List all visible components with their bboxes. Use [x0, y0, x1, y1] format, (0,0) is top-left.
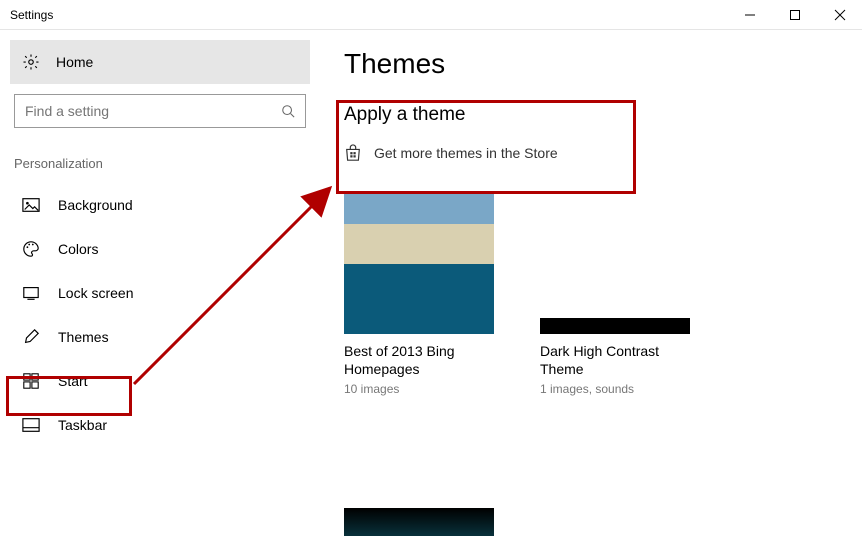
- themes-grid: Best of 2013 Bing Homepages 10 images Da…: [344, 194, 838, 396]
- home-button[interactable]: Home: [10, 40, 310, 84]
- theme-thumbnail: [344, 194, 494, 334]
- sidebar-item-label: Themes: [58, 329, 109, 345]
- maximize-button[interactable]: [772, 0, 817, 30]
- taskbar-icon: [22, 416, 40, 434]
- title-bar: Settings: [0, 0, 862, 30]
- sidebar-item-start[interactable]: Start: [14, 359, 306, 403]
- apply-theme-heading: Apply a theme: [344, 104, 838, 126]
- theme-thumbnail-partial: [344, 508, 494, 536]
- nav-list: Background Colors Lock screen Themes Sta…: [14, 183, 306, 447]
- sidebar-item-label: Background: [58, 197, 133, 213]
- search-box[interactable]: [14, 94, 306, 128]
- maximize-icon: [789, 9, 801, 21]
- theme-thumbnail: [540, 194, 690, 334]
- gear-icon: [22, 53, 40, 71]
- search-input[interactable]: [25, 103, 281, 119]
- home-label: Home: [56, 54, 93, 70]
- picture-icon: [22, 196, 40, 214]
- palette-icon: [22, 240, 40, 258]
- close-button[interactable]: [817, 0, 862, 30]
- close-icon: [834, 9, 846, 21]
- sidebar-item-background[interactable]: Background: [14, 183, 306, 227]
- store-link[interactable]: Get more themes in the Store: [344, 144, 838, 162]
- theme-subtitle: 10 images: [344, 382, 504, 396]
- section-header: Personalization: [14, 156, 306, 171]
- theme-tile[interactable]: Dark High Contrast Theme 1 images, sound…: [540, 194, 700, 396]
- page-title: Themes: [344, 48, 838, 80]
- theme-title: Best of 2013 Bing Homepages: [344, 342, 504, 378]
- lock-screen-icon: [22, 284, 40, 302]
- search-icon: [281, 104, 295, 118]
- sidebar-item-taskbar[interactable]: Taskbar: [14, 403, 306, 447]
- sidebar-item-lock-screen[interactable]: Lock screen: [14, 271, 306, 315]
- sidebar-item-label: Taskbar: [58, 417, 107, 433]
- window-title: Settings: [10, 8, 53, 22]
- window-controls: [727, 0, 862, 30]
- theme-title: Dark High Contrast Theme: [540, 342, 700, 378]
- sidebar-item-colors[interactable]: Colors: [14, 227, 306, 271]
- sidebar: Home Personalization Background Colors L…: [0, 30, 320, 536]
- sidebar-item-themes[interactable]: Themes: [14, 315, 306, 359]
- main-content: Themes Apply a theme Get more themes in …: [320, 30, 862, 536]
- store-link-label: Get more themes in the Store: [374, 145, 558, 161]
- sidebar-item-label: Start: [58, 373, 88, 389]
- minimize-button[interactable]: [727, 0, 772, 30]
- minimize-icon: [744, 9, 756, 21]
- theme-subtitle: 1 images, sounds: [540, 382, 700, 396]
- apply-theme-section: Apply a theme Get more themes in the Sto…: [344, 98, 838, 172]
- start-icon: [22, 372, 40, 390]
- sidebar-item-label: Colors: [58, 241, 98, 257]
- brush-icon: [22, 328, 40, 346]
- store-bag-icon: [344, 144, 362, 162]
- sidebar-item-label: Lock screen: [58, 285, 133, 301]
- theme-tile[interactable]: Best of 2013 Bing Homepages 10 images: [344, 194, 504, 396]
